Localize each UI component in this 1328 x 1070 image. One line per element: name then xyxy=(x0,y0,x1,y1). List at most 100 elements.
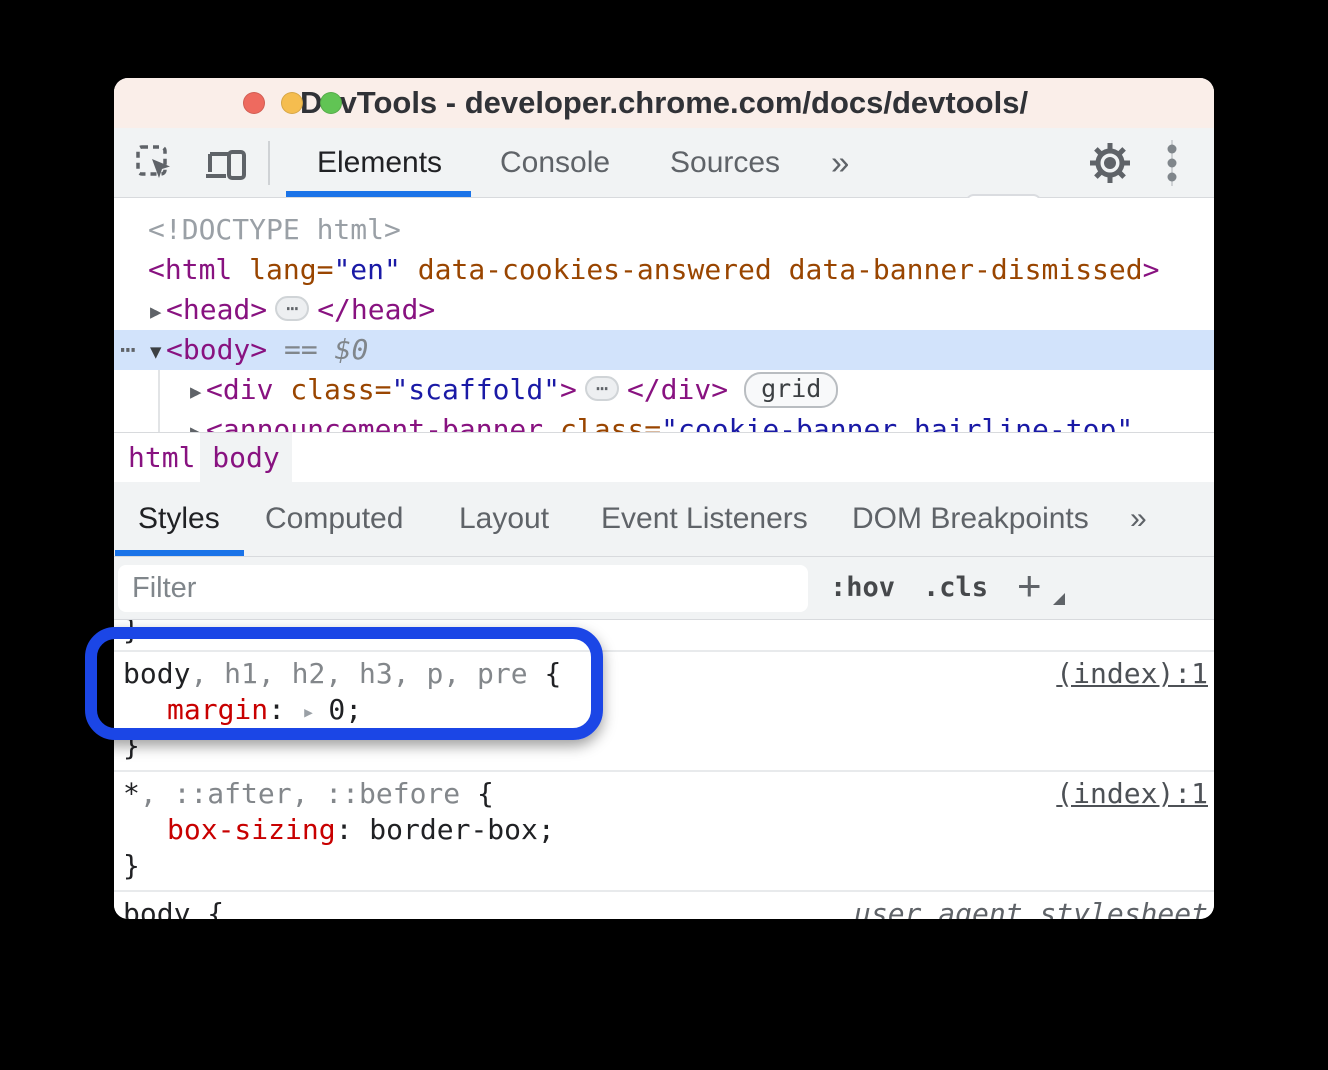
code-text: class= xyxy=(560,413,661,432)
breadcrumb: html body xyxy=(114,432,1214,482)
dom-row[interactable]: ▶<announcement-banner class="cookie-bann… xyxy=(114,410,1214,432)
breadcrumb-item-html[interactable]: html xyxy=(128,433,195,482)
kebab-menu-icon xyxy=(1162,142,1182,184)
styles-pane: }body, h1, h2, h3, p, pre {(index):1marg… xyxy=(114,620,1214,919)
styles-filter-input[interactable] xyxy=(118,565,808,612)
code-text: </div> xyxy=(627,373,728,406)
css-text: body xyxy=(123,657,190,690)
code-text: </head> xyxy=(317,293,435,326)
row-options-icon[interactable]: ⋯ xyxy=(120,330,136,370)
twisty-icon[interactable]: ▶ xyxy=(190,372,206,412)
active-tab-underline xyxy=(286,191,471,197)
code-text: lang= xyxy=(249,253,333,286)
ellipsis-expand-button[interactable]: ⋯ xyxy=(585,376,619,401)
tab-console[interactable]: Console xyxy=(500,128,610,198)
css-text: , ::after, ::before xyxy=(140,777,477,810)
elements-tree: <!DOCTYPE html> <html lang="en" data-cook… xyxy=(114,198,1214,432)
css-property-line[interactable]: margin: ▸ 0; xyxy=(114,692,1214,728)
css-text: } xyxy=(123,620,140,646)
css-text: } xyxy=(123,849,140,882)
css-text: ▸ xyxy=(302,700,329,725)
stylesheet-source-link[interactable]: (index):1 xyxy=(1056,656,1208,692)
more-tabs-button[interactable]: » xyxy=(831,128,849,198)
plus-caret-icon xyxy=(1053,593,1065,605)
twisty-icon[interactable]: ▶ xyxy=(190,412,206,432)
toolbar-divider xyxy=(268,141,270,185)
stylesheet-source-link[interactable]: (index):1 xyxy=(1056,776,1208,812)
css-text: { xyxy=(544,657,561,690)
code-text: <announcement-banner xyxy=(206,413,560,432)
traffic-light-minimize-button[interactable] xyxy=(281,92,303,114)
code-text: data-cookies-answered xyxy=(401,253,772,286)
css-close-brace: } xyxy=(114,848,1214,884)
css-property-line[interactable]: box-sizing: border-box; xyxy=(114,812,1214,848)
css-text: : border-box; xyxy=(336,813,555,846)
settings-button[interactable] xyxy=(1087,140,1133,186)
dom-row[interactable]: ▶<div class="scaffold"> ⋯ </div> grid xyxy=(114,370,1214,410)
code-text: <html xyxy=(148,253,249,286)
code-text: > xyxy=(1143,253,1160,286)
css-text: margin xyxy=(167,693,268,726)
breadcrumb-item-body[interactable]: body xyxy=(200,433,292,482)
kebab-menu-button[interactable] xyxy=(1162,142,1182,184)
code-text: <!DOCTYPE html> xyxy=(148,213,401,246)
device-toolbar-button[interactable] xyxy=(202,142,250,186)
tab-sources[interactable]: Sources xyxy=(670,128,780,198)
code-text: "cookie-banner hairline-top" xyxy=(661,413,1133,432)
new-style-rule-button[interactable]: + xyxy=(1017,557,1042,619)
dom-row[interactable]: <!DOCTYPE html> xyxy=(114,210,1214,250)
css-text: , h1, h2, h3, p, pre xyxy=(190,657,544,690)
code-text: <body> xyxy=(166,333,267,366)
device-toolbar-icon xyxy=(202,142,250,186)
inspect-element-button[interactable] xyxy=(133,142,177,186)
tab-dom-breakpoints[interactable]: DOM Breakpoints xyxy=(852,482,1089,556)
css-close-brace: } xyxy=(114,620,1214,648)
twisty-icon[interactable]: ▶ xyxy=(150,292,166,332)
traffic-light-zoom-button[interactable] xyxy=(320,92,342,114)
dom-row[interactable]: ⋯▼<body> == $0 xyxy=(114,330,1214,370)
tab-event-listeners[interactable]: Event Listeners xyxy=(601,482,808,556)
user-agent-stylesheet-note: user agent stylesheet xyxy=(854,896,1208,919)
tab-layout[interactable]: Layout xyxy=(459,482,549,556)
toggle-element-classes-button[interactable]: .cls xyxy=(923,557,988,619)
inspect-icon xyxy=(133,142,177,186)
code-text: <div xyxy=(206,373,290,406)
tab-elements[interactable]: Elements xyxy=(317,128,442,198)
active-styles-tab-underline xyxy=(115,550,244,556)
ellipsis-expand-button[interactable]: ⋯ xyxy=(275,296,309,321)
css-selector-line[interactable]: body, h1, h2, h3, p, pre { (index):1 xyxy=(114,656,1214,692)
traffic-light-close-button[interactable] xyxy=(243,92,265,114)
tab-computed[interactable]: Computed xyxy=(265,482,403,556)
code-text: data-banner-dismissed xyxy=(772,253,1143,286)
styles-tabbar: Styles Computed Layout Event Listeners D… xyxy=(114,482,1214,557)
tab-styles[interactable]: Styles xyxy=(138,482,220,556)
css-text: } xyxy=(123,729,140,762)
plus-icon: + xyxy=(1017,562,1042,609)
toggle-hover-state-button[interactable]: :hov xyxy=(830,557,895,619)
css-close-brace: } xyxy=(114,728,1214,764)
dom-row[interactable]: ▶<head> ⋯ </head> xyxy=(114,290,1214,330)
dom-row[interactable]: <html lang="en" data-cookies-answered da… xyxy=(114,250,1214,290)
twisty-icon[interactable]: ▼ xyxy=(150,332,166,372)
rule-divider xyxy=(114,770,1214,772)
css-text: body { xyxy=(123,897,224,919)
rule-divider xyxy=(114,890,1214,892)
devtools-window: DevTools - developer.chrome.com/docs/dev… xyxy=(114,78,1214,919)
code-text: "en" xyxy=(333,253,400,286)
styles-toolbar: :hov .cls + xyxy=(114,557,1214,620)
gear-icon xyxy=(1087,140,1133,186)
main-toolbar: Elements Console Sources » 3 xyxy=(114,128,1214,198)
code-text: > xyxy=(560,373,577,406)
code-text: "scaffold" xyxy=(391,373,560,406)
css-selector-line[interactable]: body { user agent stylesheet xyxy=(114,896,1214,919)
more-styles-tabs-button[interactable]: » xyxy=(1130,482,1147,556)
code-text: class= xyxy=(290,373,391,406)
code-text: $0 xyxy=(335,333,369,366)
css-text: * xyxy=(123,777,140,810)
grid-badge[interactable]: grid xyxy=(744,372,838,408)
css-selector-line[interactable]: *, ::after, ::before {(index):1 xyxy=(114,776,1214,812)
css-text: box-sizing xyxy=(167,813,336,846)
css-text: 0; xyxy=(328,693,362,726)
rule-divider xyxy=(114,650,1214,652)
code-text: <head> xyxy=(166,293,267,326)
